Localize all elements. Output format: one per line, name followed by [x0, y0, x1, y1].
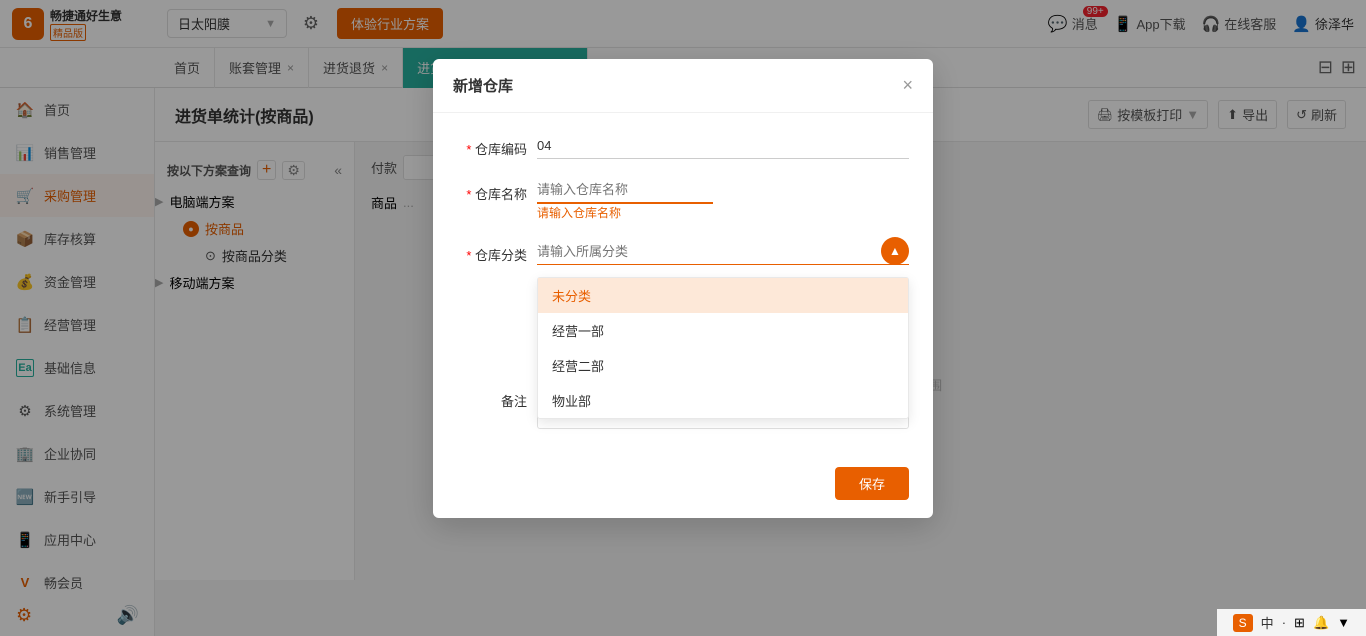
- bottom-brand-icon: S: [1233, 614, 1253, 632]
- bottom-bell-icon[interactable]: 🔔: [1313, 615, 1329, 631]
- bottom-lang-icon[interactable]: 中: [1261, 613, 1274, 632]
- warehouse-name-row: 仓库名称 请输入仓库名称: [457, 177, 909, 221]
- warehouse-category-label: 仓库分类: [457, 239, 537, 264]
- warehouse-code-input[interactable]: [537, 133, 909, 159]
- modal-close-button[interactable]: ×: [902, 75, 913, 96]
- bottom-grid-icon[interactable]: ⊞: [1294, 615, 1305, 631]
- warehouse-name-error: 请输入仓库名称: [537, 204, 621, 221]
- warehouse-category-toggle[interactable]: ▲: [881, 237, 909, 265]
- warehouse-name-input[interactable]: [537, 177, 713, 204]
- save-button[interactable]: 保存: [835, 467, 909, 500]
- modal-title: 新增仓库: [453, 75, 513, 96]
- dropdown-option-3[interactable]: 物业部: [538, 383, 908, 418]
- bottom-bar: S 中 · ⊞ 🔔 ▼: [1217, 609, 1366, 636]
- notes-label: 备注: [457, 385, 537, 410]
- warehouse-code-label: 仓库编码: [457, 133, 537, 158]
- bottom-chevron-icon[interactable]: ▼: [1337, 615, 1350, 630]
- warehouse-code-row: 仓库编码: [457, 133, 909, 159]
- warehouse-category-input[interactable]: [537, 239, 909, 265]
- modal-body: 仓库编码 仓库名称 请输入仓库名称 仓库分类: [433, 113, 933, 457]
- modal-footer: 保存: [433, 457, 933, 518]
- warehouse-name-label: 仓库名称: [457, 178, 537, 203]
- add-warehouse-modal: 新增仓库 × 仓库编码 仓库名称 请输入仓库名称: [433, 59, 933, 518]
- warehouse-category-wrap: ▲ 未分类 经营一部 经营二部 物业部: [537, 239, 909, 265]
- warehouse-category-dropdown: 未分类 经营一部 经营二部 物业部: [537, 277, 909, 419]
- dropdown-option-2[interactable]: 经营二部: [538, 348, 908, 383]
- dropdown-option-1[interactable]: 经营一部: [538, 313, 908, 348]
- bottom-dot-icon: ·: [1282, 615, 1286, 630]
- modal-overlay[interactable]: 新增仓库 × 仓库编码 仓库名称 请输入仓库名称: [0, 0, 1366, 636]
- warehouse-category-row: 仓库分类 ▲ 未分类 经营一部 经营二部 物业部: [457, 239, 909, 265]
- dropdown-option-0[interactable]: 未分类: [538, 278, 908, 313]
- modal-header: 新增仓库 ×: [433, 59, 933, 113]
